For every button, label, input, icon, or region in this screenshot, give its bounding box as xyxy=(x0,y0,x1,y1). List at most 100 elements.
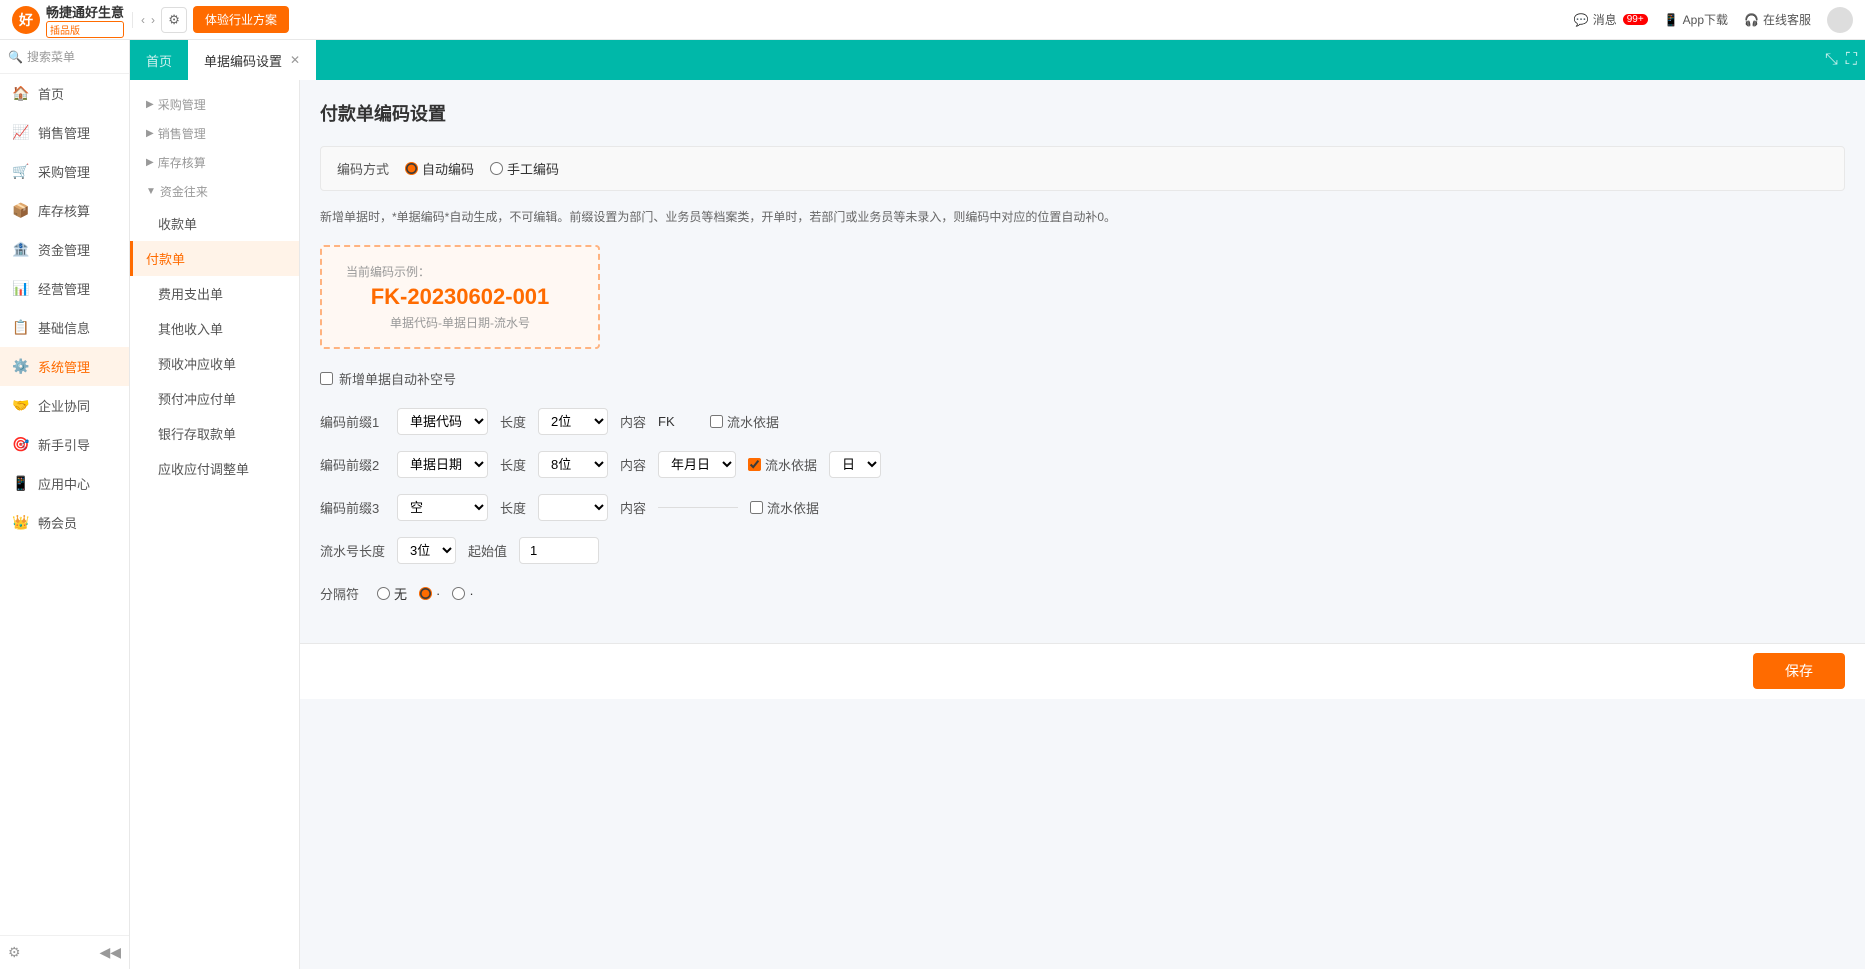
apps-icon: 📱 xyxy=(12,475,30,493)
left-nav-other-income[interactable]: 其他收入单 xyxy=(130,311,299,346)
service-button[interactable]: 🎧 在线客服 xyxy=(1744,11,1811,28)
sidebar-settings-btn[interactable]: ⚙ xyxy=(8,944,21,961)
guide-icon: 🎯 xyxy=(12,436,30,454)
tab-home[interactable]: 首页 xyxy=(130,40,188,80)
stream1-input[interactable] xyxy=(710,415,723,428)
sidebar-item-sales[interactable]: 📈 销售管理 xyxy=(0,113,129,152)
date-select[interactable]: 日 月 年 xyxy=(829,451,881,478)
sidebar-item-base[interactable]: 📋 基础信息 xyxy=(0,308,129,347)
encoding-label: 编码方式 xyxy=(337,159,389,178)
sidebar-search[interactable]: 🔍 搜索菜单 xyxy=(0,40,129,74)
left-nav-ap-adjust[interactable]: 应收应付调整单 xyxy=(130,451,299,486)
user-avatar[interactable] xyxy=(1827,7,1853,33)
sidebar-item-enterprise[interactable]: 🤝 企业协同 xyxy=(0,386,129,425)
logo-text: 畅捷通好生意 插品版 xyxy=(46,2,124,38)
sidebar-item-operations[interactable]: 📊 经营管理 xyxy=(0,269,129,308)
logo: 好 畅捷通好生意 插品版 xyxy=(12,2,124,38)
left-nav-purchase[interactable]: ▶ 采购管理 xyxy=(130,90,299,119)
left-nav-bank[interactable]: 银行存取款单 xyxy=(130,416,299,451)
stream2-input[interactable] xyxy=(748,458,761,471)
prefix3-select[interactable]: 空 单据代码 部门 业务员 xyxy=(397,494,488,521)
tab-encoding[interactable]: 单据编码设置 ✕ xyxy=(188,40,316,80)
left-nav-capital[interactable]: ▼ 资金往来 xyxy=(130,177,299,206)
content2-select[interactable]: 年月日 年月 年 xyxy=(658,451,736,478)
sales-icon: 📈 xyxy=(12,124,30,142)
settings-button[interactable]: ⚙ xyxy=(161,7,187,33)
top-bar: 好 畅捷通好生意 插品版 ‹ › ⚙ 体验行业方案 💬 消息 99+ 📱 App… xyxy=(0,0,1865,40)
arrow-right-icon: ▶ xyxy=(146,157,154,168)
nav-back[interactable]: ‹ xyxy=(141,13,145,27)
app-download-button[interactable]: 📱 App下载 xyxy=(1664,11,1728,28)
length3-select[interactable]: 2位 4位 xyxy=(538,494,608,521)
enterprise-icon: 🤝 xyxy=(12,397,30,415)
sep-dot1-radio[interactable]: · xyxy=(419,586,440,601)
nav-forward[interactable]: › xyxy=(151,13,155,27)
tab-close-icon[interactable]: ✕ xyxy=(290,53,300,67)
prefix2-select[interactable]: 单据日期 单据代码 部门 业务员 空 xyxy=(397,451,488,478)
sidebar-nav: 🏠 首页 📈 销售管理 🛒 采购管理 📦 库存核算 🏦 资金管理 📊 经 xyxy=(0,74,129,935)
left-nav-sales[interactable]: ▶ 销售管理 xyxy=(130,119,299,148)
arrow-right-icon: ▶ xyxy=(146,128,154,139)
manual-radio-input[interactable] xyxy=(490,162,503,175)
sidebar-item-home[interactable]: 🏠 首页 xyxy=(0,74,129,113)
prefix-row-2: 编码前缀2 单据日期 单据代码 部门 业务员 空 长度 8位 6位 4位 xyxy=(320,451,1845,478)
left-nav-inventory[interactable]: ▶ 库存核算 xyxy=(130,148,299,177)
operations-icon: 📊 xyxy=(12,280,30,298)
sep-dot2-input[interactable] xyxy=(452,587,465,600)
tab-bar-controls: ⤡ ⛶ xyxy=(1825,51,1865,69)
search-icon: 🔍 xyxy=(8,50,23,64)
sidebar-item-purchase[interactable]: 🛒 采购管理 xyxy=(0,152,129,191)
sidebar-item-inventory[interactable]: 📦 库存核算 xyxy=(0,191,129,230)
stream3-input[interactable] xyxy=(750,501,763,514)
stream2-checkbox[interactable]: 流水依据 xyxy=(748,455,817,474)
app-icon: 📱 xyxy=(1664,13,1679,27)
logo-icon: 好 xyxy=(12,6,40,34)
page-title: 付款单编码设置 xyxy=(320,100,1845,126)
prefix1-select[interactable]: 单据代码 部门 业务员 空 xyxy=(397,408,488,435)
left-nav-advance-recv[interactable]: 预收冲应收单 xyxy=(130,346,299,381)
length1-select[interactable]: 2位 4位 6位 xyxy=(538,408,608,435)
tab-expand-icon[interactable]: ⤡ xyxy=(1825,51,1838,69)
auto-radio-input[interactable] xyxy=(405,162,418,175)
code-preview-label: 当前编码示例： xyxy=(346,263,574,280)
sep-dot2-radio[interactable]: · xyxy=(452,586,473,601)
sep-dot1-input[interactable] xyxy=(419,587,432,600)
arrow-right-icon: ▶ xyxy=(146,99,154,110)
auto-encoding-radio[interactable]: 自动编码 xyxy=(405,159,474,178)
left-nav-advance-pay[interactable]: 预付冲应付单 xyxy=(130,381,299,416)
message-button[interactable]: 💬 消息 99+ xyxy=(1574,11,1648,28)
top-bar-left: 好 畅捷通好生意 插品版 ‹ › ⚙ 体验行业方案 xyxy=(12,2,289,38)
left-nav-expense[interactable]: 费用支出单 xyxy=(130,276,299,311)
code-preview-box: 当前编码示例： FK-20230602-001 单据代码-单据日期-流水号 xyxy=(320,245,600,349)
length2-label: 长度 xyxy=(500,455,526,474)
sidebar-item-apps[interactable]: 📱 应用中心 xyxy=(0,464,129,503)
left-nav-receipt[interactable]: 收款单 xyxy=(130,206,299,241)
trial-button[interactable]: 体验行业方案 xyxy=(193,6,289,33)
serial-start-input[interactable] xyxy=(519,537,599,564)
serial-start-label: 起始值 xyxy=(468,541,507,560)
stream1-checkbox[interactable]: 流水依据 xyxy=(710,412,779,431)
tab-fullscreen-icon[interactable]: ⛶ xyxy=(1846,51,1857,69)
sep-none-input[interactable] xyxy=(377,587,390,600)
top-bar-controls: ‹ › ⚙ 体验行业方案 xyxy=(141,6,289,33)
base-icon: 📋 xyxy=(12,319,30,337)
system-icon: ⚙️ xyxy=(12,358,30,376)
sidebar-item-member[interactable]: 👑 畅会员 xyxy=(0,503,129,542)
auto-fill-row: 新增单据自动补空号 xyxy=(320,369,1845,388)
sidebar-item-guide[interactable]: 🎯 新手引导 xyxy=(0,425,129,464)
left-nav: ▶ 采购管理 ▶ 销售管理 ▶ 库存核算 ▼ 资金往来 收款单 xyxy=(130,80,300,969)
prefix-row-3: 编码前缀3 空 单据代码 部门 业务员 长度 2位 4位 xyxy=(320,494,1845,521)
length2-select[interactable]: 8位 6位 4位 xyxy=(538,451,608,478)
sep-none-radio[interactable]: 无 xyxy=(377,584,407,603)
sidebar-collapse-btn[interactable]: ◀◀ xyxy=(99,944,121,961)
sidebar-item-finance[interactable]: 🏦 资金管理 xyxy=(0,230,129,269)
auto-fill-checkbox[interactable] xyxy=(320,372,333,385)
encoding-method-row: 编码方式 自动编码 手工编码 xyxy=(320,146,1845,191)
length3-label: 长度 xyxy=(500,498,526,517)
manual-encoding-radio[interactable]: 手工编码 xyxy=(490,159,559,178)
serial-length-select[interactable]: 3位 4位 5位 6位 xyxy=(397,537,456,564)
sidebar-item-system[interactable]: ⚙️ 系统管理 xyxy=(0,347,129,386)
save-button[interactable]: 保存 xyxy=(1753,653,1845,689)
left-nav-payment[interactable]: 付款单 xyxy=(130,241,299,276)
stream3-checkbox[interactable]: 流水依据 xyxy=(750,498,819,517)
